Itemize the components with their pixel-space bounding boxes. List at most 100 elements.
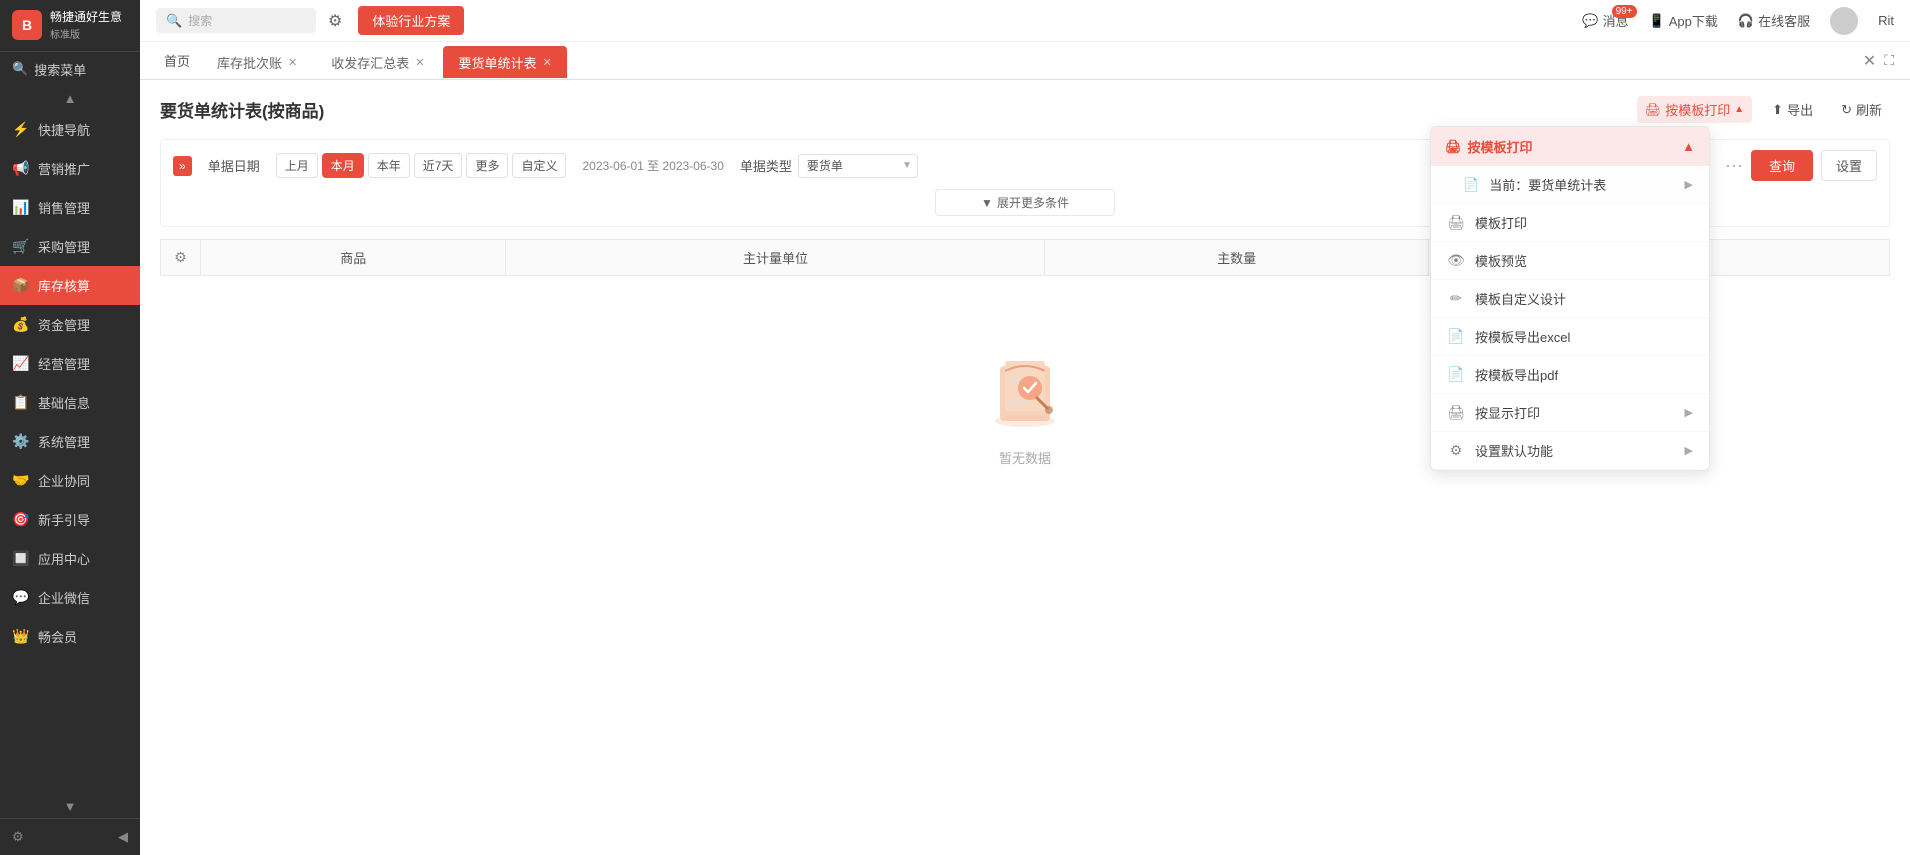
sidebar-nav: ⚡ 快捷导航 📢 营销推广 📊 销售管理 🛒 采购管理 📦 库存核算 💰 资金管… (0, 110, 140, 795)
export-btn[interactable]: ⬆ 导出 (1764, 96, 1821, 123)
tab-inventory-batch-close[interactable]: ✕ (288, 56, 297, 69)
sidebar-item-collab[interactable]: 🤝 企业协同 (0, 461, 140, 500)
template-excel-icon: 📄 (1447, 328, 1465, 345)
basic-icon: 📋 (12, 394, 30, 411)
trial-btn[interactable]: 体验行业方案 (358, 6, 464, 35)
sidebar-scroll-up[interactable]: ▲ (0, 87, 140, 110)
dropdown-template-print[interactable]: 🖨 模板打印 (1431, 204, 1709, 242)
sidebar-item-member[interactable]: 👑 畅会员 (0, 617, 140, 656)
tab-all-close-icon[interactable]: ✕ (1863, 51, 1876, 71)
message-icon: 💬 (1582, 13, 1598, 29)
topbar: 🔍 搜索 ⚙ 体验行业方案 💬 消息 99+ 📱 App下载 🎧 在线客服 Ri… (140, 0, 1910, 42)
sidebar-item-operation[interactable]: 📈 经营管理 (0, 344, 140, 383)
sidebar-item-purchase[interactable]: 🛒 采购管理 (0, 227, 140, 266)
template-excel-label: 按模板导出excel (1475, 327, 1570, 346)
set-default-chevron: ▶ (1685, 444, 1693, 457)
purchase-icon: 🛒 (12, 238, 30, 255)
sidebar-item-label: 系统管理 (38, 432, 90, 451)
sidebar-settings-icon[interactable]: ⚙ (12, 829, 24, 845)
message-btn[interactable]: 💬 消息 99+ (1582, 11, 1628, 30)
quick-nav-icon: ⚡ (12, 121, 30, 138)
sidebar-item-label: 库存核算 (38, 276, 90, 295)
date-btn-last-month[interactable]: 上月 (276, 153, 318, 178)
toolbar-right: 🖨 按模板打印 ▲ ⬆ 导出 ↻ 刷新 (1637, 96, 1890, 123)
page-title-row: 要货单统计表(按商品) 🖨 按模板打印 ▲ ⬆ 导出 ↻ 刷新 (160, 96, 1890, 123)
topbar-search-text: 搜索 (188, 12, 212, 29)
tab-bar-right: ✕ ⛶ (1863, 51, 1894, 71)
template-print-label: 模板打印 (1475, 213, 1527, 232)
print-btn[interactable]: 🖨 按模板打印 ▲ (1637, 96, 1752, 123)
date-btn-7days[interactable]: 近7天 (414, 153, 463, 178)
date-btn-custom[interactable]: 自定义 (512, 153, 566, 178)
sidebar-item-system[interactable]: ⚙️ 系统管理 (0, 422, 140, 461)
topbar-search-icon: 🔍 (166, 13, 182, 29)
sidebar-item-label: 企业微信 (38, 588, 90, 607)
sidebar-item-marketing[interactable]: 📢 营销推广 (0, 149, 140, 188)
online-service-btn[interactable]: 🎧 在线客服 (1738, 11, 1810, 30)
sidebar-search[interactable]: 🔍 搜索菜单 (0, 52, 140, 87)
more-options-icon[interactable]: ··· (1725, 155, 1743, 176)
dropdown-template-excel[interactable]: 📄 按模板导出excel (1431, 318, 1709, 356)
app-logo-icon: B (12, 10, 42, 40)
tab-home[interactable]: 首页 (156, 51, 198, 70)
content-area: 要货单统计表(按商品) 🖨 按模板打印 ▲ ⬆ 导出 ↻ 刷新 (140, 80, 1910, 855)
sidebar-item-weixin[interactable]: 💬 企业微信 (0, 578, 140, 617)
sidebar-footer: ⚙ ◀ (0, 818, 140, 855)
table-col-unit: 主计量单位 (506, 240, 1045, 276)
sidebar-item-sales[interactable]: 📊 销售管理 (0, 188, 140, 227)
dropdown-current-item[interactable]: 📄 当前：要货单统计表 ▶ (1431, 166, 1709, 204)
table-header-settings: ⚙ (161, 240, 201, 276)
tab-collect-report[interactable]: 收发存汇总表 ✕ (316, 46, 439, 78)
download-icon: 📱 (1649, 13, 1665, 29)
settings-btn[interactable]: 设置 (1821, 150, 1877, 181)
display-print-label: 按显示打印 (1475, 403, 1540, 422)
app-center-icon: 🔲 (12, 550, 30, 567)
tab-collect-report-close[interactable]: ✕ (415, 56, 424, 69)
filter-expand-icon[interactable]: » (173, 156, 192, 176)
dropdown-template-pdf[interactable]: 📄 按模板导出pdf (1431, 356, 1709, 394)
date-btn-this-year[interactable]: 本年 (368, 153, 410, 178)
expand-more-btn[interactable]: ▼ 展开更多条件 (935, 189, 1115, 216)
topbar-settings-icon[interactable]: ⚙ (328, 11, 342, 31)
sidebar-collapse-icon[interactable]: ◀ (118, 829, 128, 845)
tab-order-stats[interactable]: 要货单统计表 ✕ (443, 46, 566, 78)
user-avatar[interactable] (1830, 7, 1858, 35)
dropdown-template-preview[interactable]: 👁 模板预览 (1431, 242, 1709, 280)
query-btn[interactable]: 查询 (1751, 150, 1813, 181)
sidebar-item-quick-nav[interactable]: ⚡ 快捷导航 (0, 110, 140, 149)
app-name-group: 畅捷通好生意 标准版 (50, 10, 122, 41)
sidebar-item-inventory[interactable]: 📦 库存核算 (0, 266, 140, 305)
dropdown-template-design[interactable]: ✏ 模板自定义设计 (1431, 280, 1709, 318)
filter-action-group: ··· 查询 设置 (1725, 150, 1877, 181)
sidebar-item-newbie[interactable]: 🎯 新手引导 (0, 500, 140, 539)
dropdown-print-icon: 🖨 (1445, 139, 1462, 155)
table-col-goods: 商品 (201, 240, 506, 276)
online-service-label: 在线客服 (1758, 11, 1810, 30)
dropdown-set-default[interactable]: ⚙ 设置默认功能 ▶ (1431, 432, 1709, 470)
tab-inventory-batch[interactable]: 库存批次账 ✕ (202, 46, 312, 78)
empty-text: 暂无数据 (999, 448, 1051, 467)
export-btn-label: 导出 (1787, 100, 1813, 119)
tab-order-stats-close[interactable]: ✕ (543, 56, 552, 69)
dropdown-header-right: ▲ (1682, 139, 1695, 154)
search-icon: 🔍 (12, 61, 28, 77)
app-download-btn[interactable]: 📱 App下载 (1649, 11, 1718, 30)
tab-maximize-icon[interactable]: ⛶ (1884, 52, 1894, 69)
refresh-btn[interactable]: ↻ 刷新 (1833, 96, 1890, 123)
date-btn-this-month[interactable]: 本月 (322, 153, 364, 178)
topbar-search[interactable]: 🔍 搜索 (156, 8, 316, 33)
dropdown-section-left: 🖨 按显示打印 (1447, 403, 1540, 422)
template-design-icon: ✏ (1447, 290, 1465, 307)
filter-type-select[interactable]: 要货单 (798, 154, 918, 178)
date-btn-more[interactable]: 更多 (466, 153, 508, 178)
topbar-right: 💬 消息 99+ 📱 App下载 🎧 在线客服 Rit (1582, 7, 1894, 35)
dropdown-display-print[interactable]: 🖨 按显示打印 ▶ (1431, 394, 1709, 432)
sidebar-item-app-center[interactable]: 🔲 应用中心 (0, 539, 140, 578)
print-icon: 🖨 (1645, 102, 1662, 118)
sidebar-scroll-down[interactable]: ▼ (0, 795, 140, 818)
table-settings-icon[interactable]: ⚙ (174, 249, 187, 265)
dropdown-sub-left: 📄 当前：要货单统计表 (1463, 175, 1606, 194)
dropdown-header: 🖨 按模板打印 ▲ (1431, 127, 1709, 166)
sidebar-item-basic[interactable]: 📋 基础信息 (0, 383, 140, 422)
sidebar-item-finance[interactable]: 💰 资金管理 (0, 305, 140, 344)
